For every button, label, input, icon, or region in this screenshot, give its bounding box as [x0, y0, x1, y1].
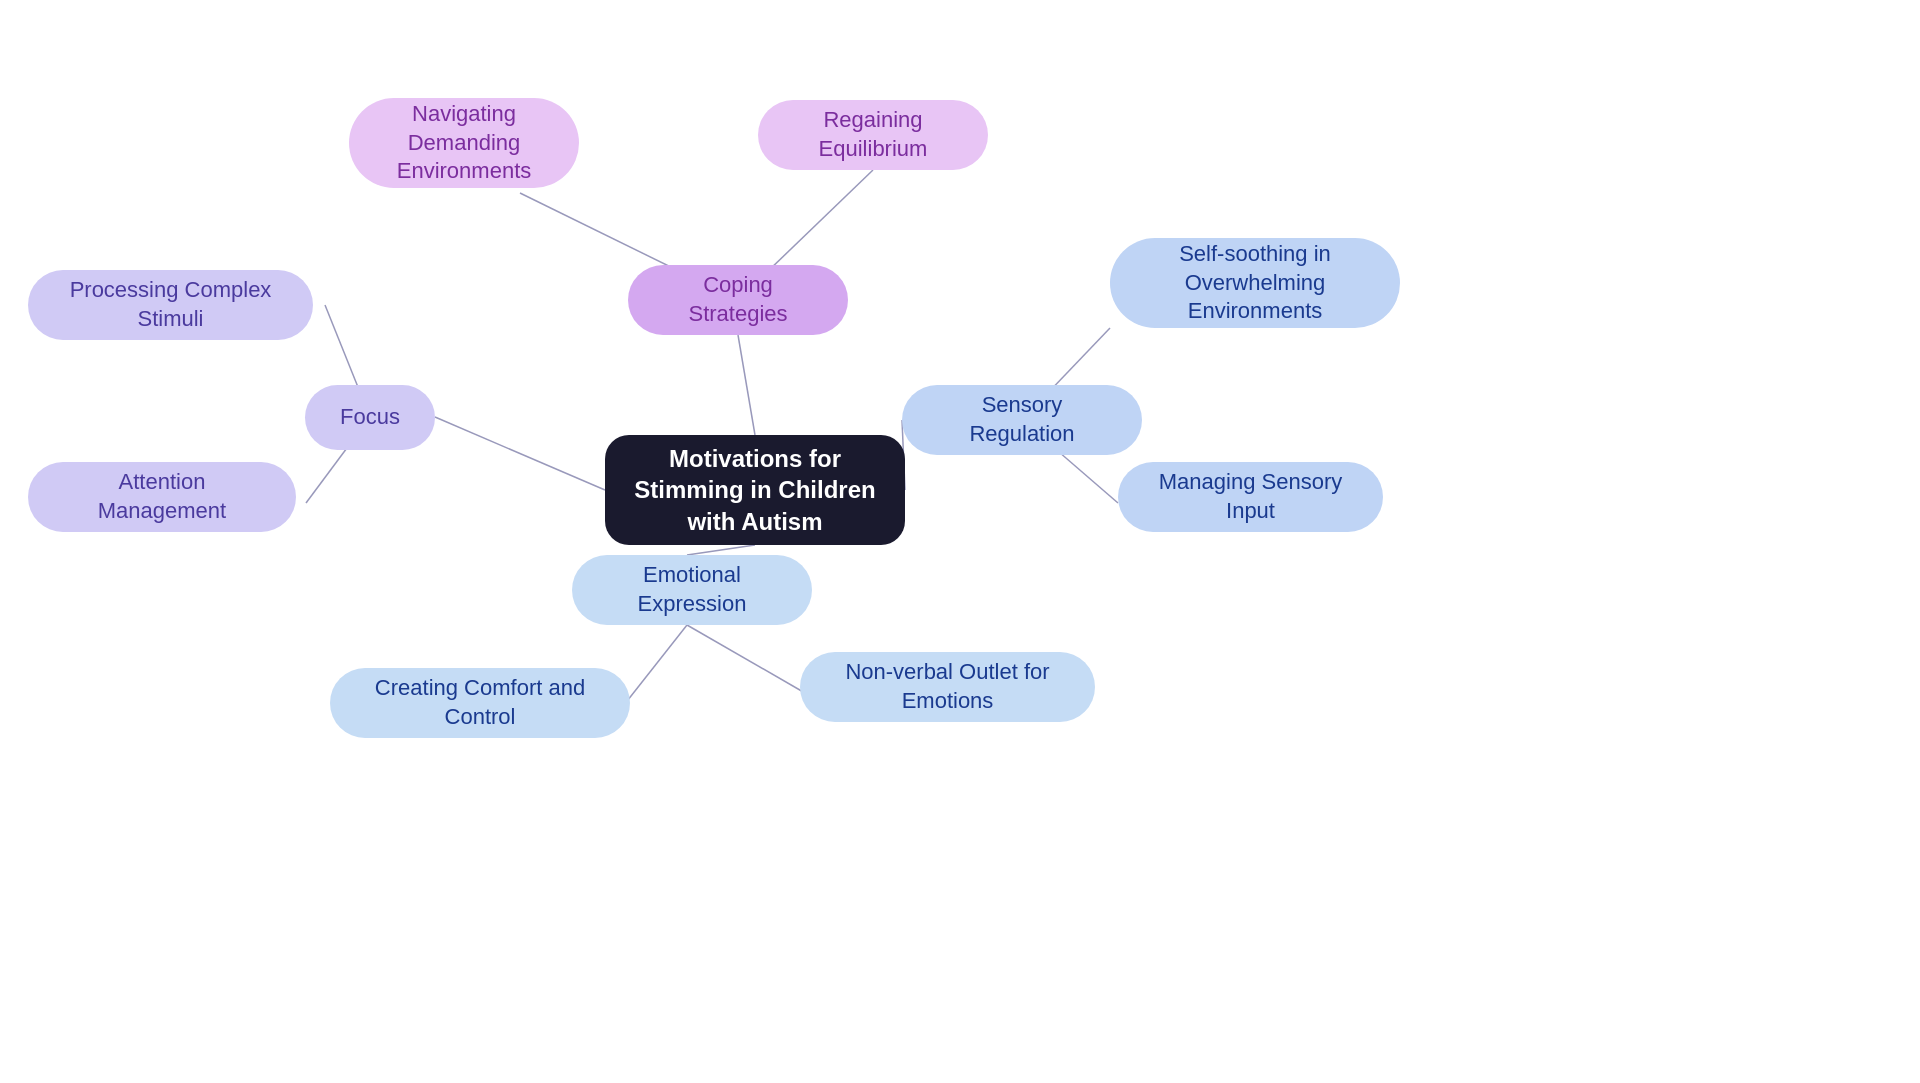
svg-line-3	[435, 417, 605, 490]
sensory-regulation-node: Sensory Regulation	[902, 385, 1142, 455]
center-node: Motivations for Stimming in Children wit…	[605, 435, 905, 545]
self-soothing-node: Self-soothing in Overwhelming Environmen…	[1110, 238, 1400, 328]
managing-sensory-node: Managing Sensory Input	[1118, 462, 1383, 532]
regaining-node: Regaining Equilibrium	[758, 100, 988, 170]
svg-line-11	[687, 625, 805, 693]
svg-line-10	[620, 625, 687, 710]
emotional-expression-node: Emotional Expression	[572, 555, 812, 625]
svg-line-9	[687, 545, 755, 555]
creating-comfort-node: Creating Comfort and Control	[330, 668, 630, 738]
navigating-node: Navigating Demanding Environments	[349, 98, 579, 188]
svg-line-0	[738, 335, 755, 435]
nonverbal-node: Non-verbal Outlet for Emotions	[800, 652, 1095, 722]
focus-node: Focus	[305, 385, 435, 450]
processing-node: Processing Complex Stimuli	[28, 270, 313, 340]
attention-node: Attention Management	[28, 462, 296, 532]
coping-strategies-node: Coping Strategies	[628, 265, 848, 335]
